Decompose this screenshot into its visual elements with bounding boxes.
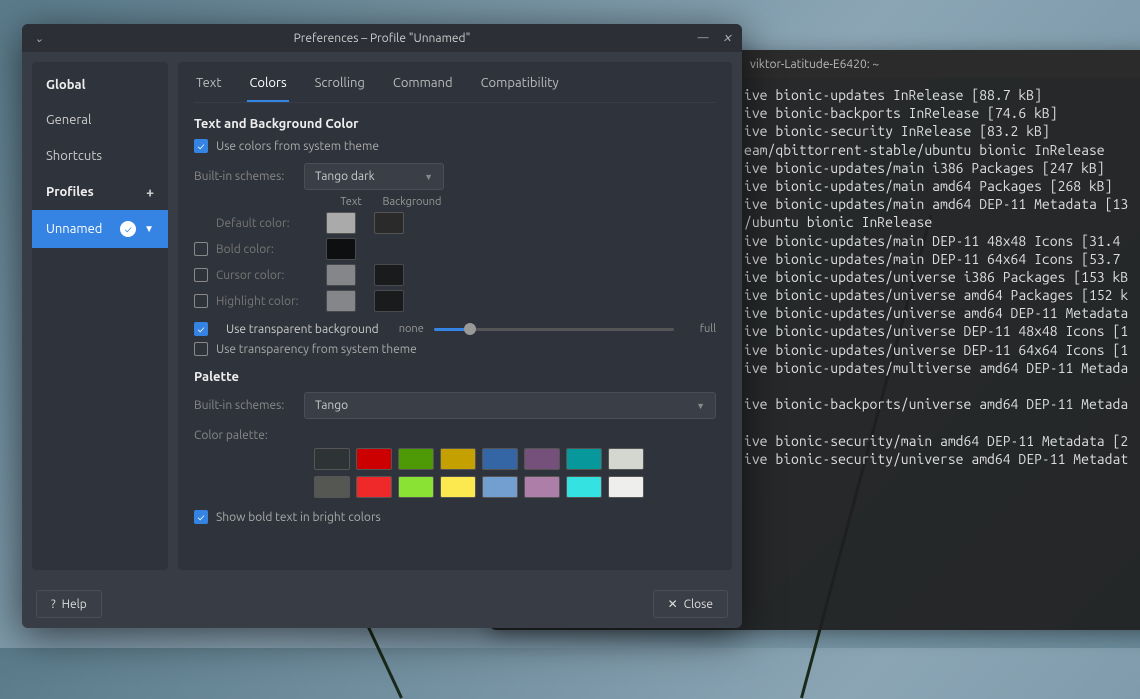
transparent-bg-checkbox[interactable]: ✓ bbox=[194, 322, 208, 336]
palette-swatch-5[interactable] bbox=[524, 448, 560, 470]
profile-menu-chevron-icon[interactable]: ▼ bbox=[144, 223, 154, 235]
add-profile-button[interactable]: + bbox=[146, 184, 154, 200]
highlight-color-label: Highlight color: bbox=[216, 295, 314, 308]
highlight-bg-swatch[interactable] bbox=[374, 290, 404, 312]
palette-swatch-14[interactable] bbox=[566, 476, 602, 498]
palette-swatch-1[interactable] bbox=[356, 448, 392, 470]
palette-swatch-6[interactable] bbox=[566, 448, 602, 470]
bold-color-checkbox[interactable] bbox=[194, 242, 208, 256]
tab-command[interactable]: Command bbox=[391, 62, 455, 102]
cursor-bg-swatch[interactable] bbox=[374, 264, 404, 286]
preferences-window: ⌄ Preferences – Profile "Unnamed" — ✕ Gl… bbox=[22, 24, 742, 628]
palette-swatch-13[interactable] bbox=[524, 476, 560, 498]
tab-compatibility[interactable]: Compatibility bbox=[479, 62, 561, 102]
trans-from-theme-label: Use transparency from system theme bbox=[216, 343, 417, 356]
window-title: Preferences – Profile "Unnamed" bbox=[294, 32, 471, 45]
highlight-color-checkbox[interactable] bbox=[194, 294, 208, 308]
close-window-button[interactable]: ✕ bbox=[718, 29, 736, 47]
sidebar-head-profiles: Profiles + bbox=[32, 174, 168, 210]
tab-scrolling[interactable]: Scrolling bbox=[313, 62, 367, 102]
chevron-down-icon: ▼ bbox=[424, 172, 433, 182]
palette-schemes-label: Built-in schemes: bbox=[194, 399, 304, 412]
palette-swatch-2[interactable] bbox=[398, 448, 434, 470]
sidebar-item-unnamed[interactable]: Unnamed ✓ ▼ bbox=[32, 210, 168, 248]
bold-bright-checkbox[interactable]: ✓ bbox=[194, 510, 208, 524]
cursor-color-checkbox[interactable] bbox=[194, 268, 208, 282]
highlight-text-swatch[interactable] bbox=[326, 290, 356, 312]
window-menu-icon[interactable]: ⌄ bbox=[30, 29, 48, 47]
cursor-color-label: Cursor color: bbox=[216, 269, 314, 282]
window-titlebar: ⌄ Preferences – Profile "Unnamed" — ✕ bbox=[22, 24, 742, 52]
default-color-label: Default color: bbox=[216, 217, 314, 230]
bold-text-swatch[interactable] bbox=[326, 238, 356, 260]
palette-swatch-10[interactable] bbox=[398, 476, 434, 498]
trans-from-theme-checkbox[interactable] bbox=[194, 342, 208, 356]
transparency-slider[interactable] bbox=[434, 322, 674, 336]
tab-text[interactable]: Text bbox=[194, 62, 223, 102]
default-bg-swatch[interactable] bbox=[374, 212, 404, 234]
minimize-button[interactable]: — bbox=[694, 29, 712, 47]
use-system-theme-checkbox[interactable]: ✓ bbox=[194, 139, 208, 153]
close-icon: ✕ bbox=[668, 597, 678, 611]
tab-bar: Text Colors Scrolling Command Compatibil… bbox=[194, 62, 716, 103]
bold-bright-label: Show bold text in bright colors bbox=[216, 511, 381, 524]
palette-swatch-3[interactable] bbox=[440, 448, 476, 470]
scheme-dropdown[interactable]: Tango dark▼ bbox=[304, 163, 444, 190]
dialog-footer: ?Help ✕Close bbox=[22, 580, 742, 628]
use-system-theme-label: Use colors from system theme bbox=[216, 140, 379, 153]
palette-swatch-4[interactable] bbox=[482, 448, 518, 470]
palette-grid bbox=[314, 448, 716, 498]
palette-swatch-15[interactable] bbox=[608, 476, 644, 498]
color-palette-label: Color palette: bbox=[194, 425, 304, 442]
transparent-bg-label: Use transparent background bbox=[226, 323, 379, 336]
col-header-text: Text bbox=[326, 196, 376, 208]
cursor-text-swatch[interactable] bbox=[326, 264, 356, 286]
help-button[interactable]: ?Help bbox=[36, 590, 102, 618]
builtin-schemes-label: Built-in schemes: bbox=[194, 170, 304, 183]
close-button[interactable]: ✕Close bbox=[653, 590, 728, 618]
section-palette: Palette bbox=[194, 370, 716, 384]
default-text-swatch[interactable] bbox=[326, 212, 356, 234]
slider-none-label: none bbox=[399, 323, 424, 335]
palette-swatch-0[interactable] bbox=[314, 448, 350, 470]
help-icon: ? bbox=[51, 598, 56, 611]
sidebar: Global General Shortcuts Profiles + Unna… bbox=[32, 62, 168, 570]
sidebar-head-global: Global bbox=[32, 68, 168, 102]
palette-swatch-7[interactable] bbox=[608, 448, 644, 470]
bold-color-label: Bold color: bbox=[216, 243, 314, 256]
slider-full-label: full bbox=[700, 323, 716, 335]
palette-swatch-12[interactable] bbox=[482, 476, 518, 498]
section-text-bg: Text and Background Color bbox=[194, 117, 716, 131]
palette-swatch-9[interactable] bbox=[356, 476, 392, 498]
palette-scheme-dropdown[interactable]: Tango▼ bbox=[304, 392, 716, 419]
chevron-down-icon: ▼ bbox=[696, 401, 705, 411]
active-profile-check-icon: ✓ bbox=[120, 221, 136, 237]
tab-colors[interactable]: Colors bbox=[247, 62, 288, 102]
sidebar-item-shortcuts[interactable]: Shortcuts bbox=[32, 138, 168, 174]
sidebar-item-general[interactable]: General bbox=[32, 102, 168, 138]
content-panel: Text Colors Scrolling Command Compatibil… bbox=[178, 62, 732, 570]
palette-swatch-11[interactable] bbox=[440, 476, 476, 498]
palette-swatch-8[interactable] bbox=[314, 476, 350, 498]
col-header-background: Background bbox=[376, 196, 448, 208]
